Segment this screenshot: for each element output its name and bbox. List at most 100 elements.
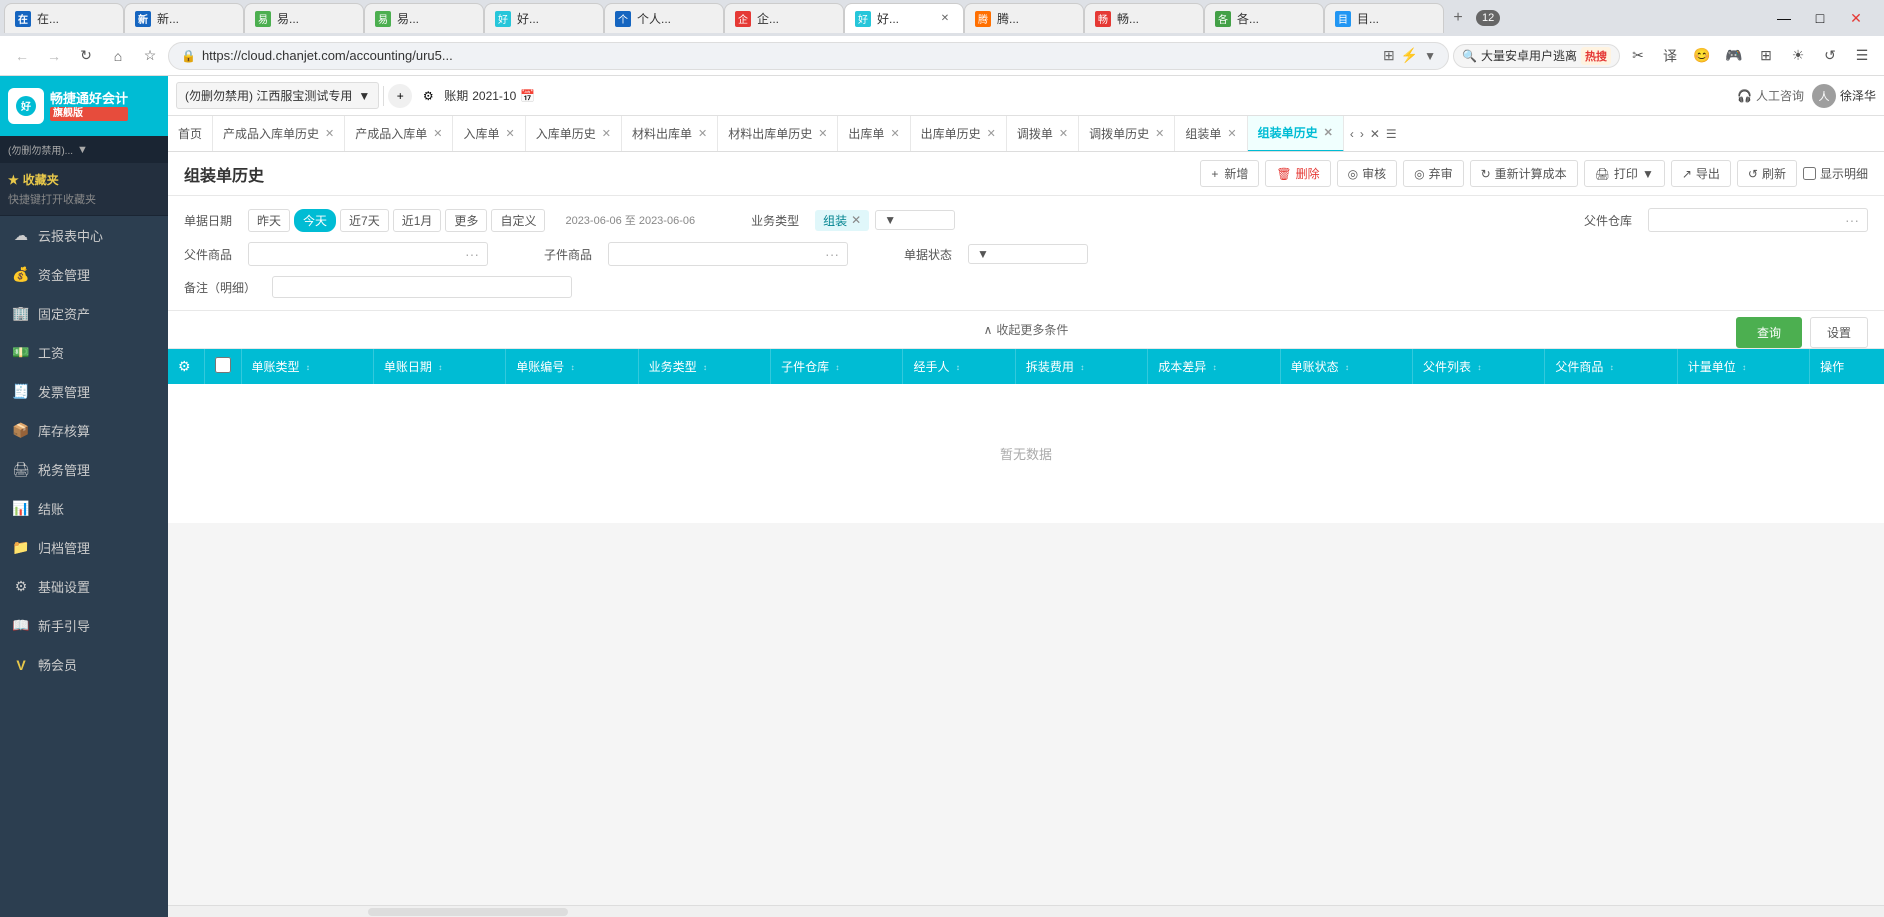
game-button[interactable]: 🎮	[1720, 42, 1748, 70]
sub-product-input[interactable]: ···	[608, 242, 848, 266]
yesterday-btn[interactable]: 昨天	[248, 209, 290, 232]
tab-close-icon[interactable]: ✕	[325, 127, 334, 140]
browser-tab-7[interactable]: 企 企...	[724, 3, 844, 33]
sidebar-item-guide[interactable]: 📖 新手引导	[0, 606, 168, 645]
home-button[interactable]: ⌂	[104, 42, 132, 70]
maximize-button[interactable]: □	[1804, 4, 1836, 32]
export-button[interactable]: ↗ 导出	[1671, 160, 1731, 187]
tab-close-icon[interactable]: ✕	[1059, 127, 1068, 140]
refresh-browser-button[interactable]: ↻	[72, 42, 100, 70]
sort-warehouse-icon[interactable]: ↕	[835, 364, 839, 372]
close-button[interactable]: ✕	[1840, 4, 1872, 32]
browser-tab-12[interactable]: 目 目...	[1324, 3, 1444, 33]
show-detail-checkbox[interactable]	[1803, 167, 1816, 180]
browser-tab-3[interactable]: 易 易...	[244, 3, 364, 33]
sort-parent-product-icon[interactable]: ↕	[1610, 364, 1614, 372]
tab-home[interactable]: 首页	[168, 116, 213, 152]
tab-nav-menu[interactable]: ☰	[1384, 125, 1399, 143]
audit-button[interactable]: ◎ 审核	[1337, 160, 1398, 187]
parent-product-field[interactable]	[257, 247, 459, 261]
browser-tab-1[interactable]: 在 在...	[4, 3, 124, 33]
period-selector[interactable]: 账期 2021-10 📅	[444, 87, 535, 104]
browser-tab-5[interactable]: 好 好...	[484, 3, 604, 33]
parent-product-input[interactable]: ···	[248, 242, 488, 266]
user-avatar[interactable]: 人 徐泽华	[1812, 84, 1876, 108]
add-company-button[interactable]: +	[388, 84, 412, 108]
tab-close-icon[interactable]: ✕	[433, 127, 442, 140]
tab-outbound-history[interactable]: 出库单历史 ✕	[911, 116, 1007, 152]
filter-settings-button[interactable]: 设置	[1810, 317, 1868, 348]
tab-close-icon[interactable]: ✕	[506, 127, 515, 140]
tab-nav-left[interactable]: ‹	[1348, 125, 1356, 143]
sort-type-icon[interactable]: ↕	[306, 364, 310, 372]
sort-unit-icon[interactable]: ↕	[1742, 364, 1746, 372]
browser-tab-10[interactable]: 畅 畅...	[1084, 3, 1204, 33]
tab-assembly-history[interactable]: 组装单历史 ✕	[1248, 116, 1344, 152]
customer-service-button[interactable]: 🎧 人工咨询	[1737, 87, 1804, 104]
address-bar[interactable]: 🔒 https://cloud.chanjet.com/accounting/u…	[168, 42, 1449, 70]
browser-tab-6[interactable]: 个 个人...	[604, 3, 724, 33]
query-button[interactable]: 查询	[1736, 317, 1802, 348]
tab-material-out-history[interactable]: 材料出库单历史 ✕	[718, 116, 838, 152]
bottom-scroll[interactable]	[168, 905, 1884, 917]
address-grid-icon[interactable]: ⊞	[1383, 47, 1395, 64]
sort-biz-icon[interactable]: ↕	[703, 364, 707, 372]
sub-product-field[interactable]	[617, 247, 819, 261]
sidebar-item-cloud-reports[interactable]: ☁ 云报表中心	[0, 216, 168, 255]
more-date-btn[interactable]: 更多	[445, 209, 487, 232]
company-selector[interactable]: (勿删勿禁用) 江西服宝测试专用 ▼	[176, 82, 379, 109]
tab-close-icon[interactable]: ✕	[1227, 127, 1236, 140]
sidebar-item-inventory[interactable]: 📦 库存核算	[0, 411, 168, 450]
tab-inbound[interactable]: 入库单 ✕	[453, 116, 525, 152]
horizontal-scrollbar[interactable]	[368, 908, 568, 916]
tab-transfer[interactable]: 调拨单 ✕	[1007, 116, 1079, 152]
sidebar-item-vip[interactable]: V 畅会员	[0, 645, 168, 684]
tab-close-8[interactable]: ✕	[937, 11, 953, 27]
sort-number-icon[interactable]: ↕	[571, 364, 575, 372]
remove-tag-icon[interactable]: ✕	[851, 213, 861, 227]
browser-tab-9[interactable]: 腾 腾...	[964, 3, 1084, 33]
sun-button[interactable]: ☀	[1784, 42, 1812, 70]
add-button[interactable]: +新增	[1200, 160, 1259, 187]
sort-date-icon[interactable]: ↕	[438, 364, 442, 372]
sub-product-more-icon[interactable]: ···	[825, 246, 839, 262]
tab-nav-close[interactable]: ✕	[1368, 125, 1382, 143]
1month-btn[interactable]: 近1月	[393, 209, 442, 232]
bookmark-button[interactable]: ☆	[136, 42, 164, 70]
sidebar-item-settings[interactable]: ⚙ 基础设置	[0, 567, 168, 606]
translate-button[interactable]: 译	[1656, 42, 1684, 70]
sidebar-item-archive[interactable]: 📁 归档管理	[0, 528, 168, 567]
sidebar-favorites[interactable]: ★ 收藏夹 快捷键打开收藏夹	[0, 163, 168, 216]
tab-close-icon[interactable]: ✕	[987, 127, 996, 140]
parent-warehouse-field[interactable]	[1657, 213, 1839, 227]
7days-btn[interactable]: 近7天	[340, 209, 389, 232]
tab-inbound-history[interactable]: 入库单历史 ✕	[526, 116, 622, 152]
address-dropdown-icon[interactable]: ▼	[1424, 49, 1436, 63]
recalc-button[interactable]: ↻ 重新计算成本	[1470, 160, 1578, 187]
tab-counter-badge[interactable]: 12	[1476, 10, 1500, 26]
tab-close-icon[interactable]: ✕	[1155, 127, 1164, 140]
biz-type-dropdown[interactable]: ▼	[875, 210, 955, 230]
sidebar-item-invoice[interactable]: 🧾 发票管理	[0, 372, 168, 411]
menu-button[interactable]: ☰	[1848, 42, 1876, 70]
sort-handler-icon[interactable]: ↕	[956, 364, 960, 372]
parent-product-more-icon[interactable]: ···	[465, 246, 479, 262]
tab-material-out[interactable]: 材料出库单 ✕	[622, 116, 718, 152]
tab-outbound[interactable]: 出库单 ✕	[838, 116, 910, 152]
sort-diff-icon[interactable]: ↕	[1213, 364, 1217, 372]
tab-assembly[interactable]: 组装单 ✕	[1175, 116, 1247, 152]
print-button[interactable]: 🖨 打印 ▼	[1584, 160, 1665, 187]
remark-field[interactable]	[281, 280, 563, 294]
grid-button[interactable]: ⊞	[1752, 42, 1780, 70]
parent-warehouse-input[interactable]: ···	[1648, 208, 1868, 232]
sidebar-item-payroll[interactable]: 💵 工资	[0, 333, 168, 372]
undo-button[interactable]: ↺	[1816, 42, 1844, 70]
sort-cost-icon[interactable]: ↕	[1080, 364, 1084, 372]
tab-close-icon[interactable]: ✕	[890, 127, 899, 140]
show-detail-toggle[interactable]: 显示明细	[1803, 165, 1868, 182]
tab-nav-right[interactable]: ›	[1358, 125, 1366, 143]
cut-tool-button[interactable]: ✂	[1624, 42, 1652, 70]
sort-status-icon[interactable]: ↕	[1345, 364, 1349, 372]
tab-close-active-icon[interactable]: ✕	[1324, 126, 1333, 139]
tab-prod-inbound-history[interactable]: 产成品入库单历史 ✕	[213, 116, 345, 152]
